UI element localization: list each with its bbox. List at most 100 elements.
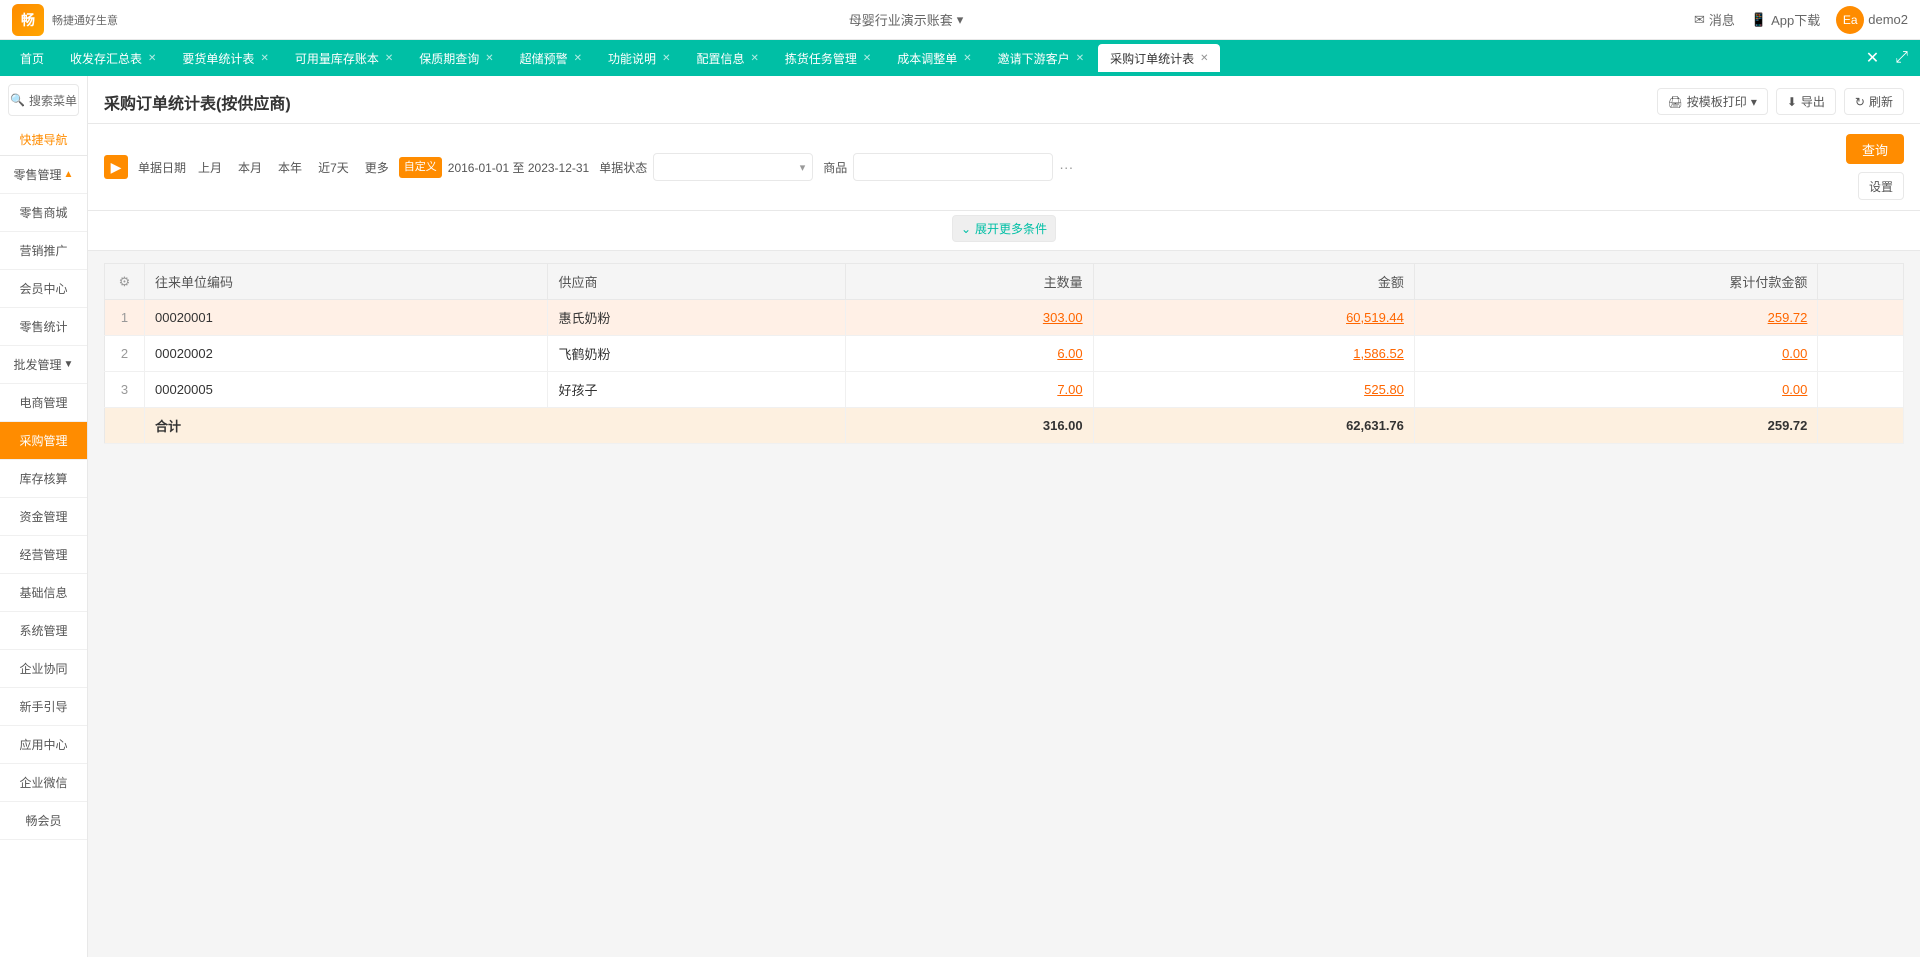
tab-close-icon[interactable]: ✕ <box>863 53 871 64</box>
settings-button[interactable]: 设置 <box>1858 172 1904 200</box>
refresh-button[interactable]: ↻ 刷新 <box>1844 88 1904 115</box>
tab-caigou-active[interactable]: 采购订单统计表 ✕ <box>1098 44 1220 72</box>
tab-close-icon[interactable]: ✕ <box>1200 53 1208 64</box>
sidebar-item-qiyeweixin[interactable]: 企业微信 <box>0 764 87 802</box>
chevron-down-icon: ▼ <box>64 359 74 370</box>
tab-peizhi[interactable]: 配置信息 ✕ <box>684 44 770 72</box>
sidebar-item-caigou[interactable]: 采购管理 <box>0 422 87 460</box>
tab-close-icon[interactable]: ✕ <box>662 53 670 64</box>
sidebar-item-label: 零售统计 <box>19 318 67 335</box>
expand-more-button[interactable]: ⌄ 展开更多条件 <box>952 215 1056 242</box>
tab-label: 成本调整单 <box>897 50 957 67</box>
tab-chengben[interactable]: 成本调整单 ✕ <box>885 44 983 72</box>
table-row[interactable]: 1 00020001 惠氏奶粉 303.00 60,519.44 259.72 <box>105 300 1904 336</box>
tab-keyongliang[interactable]: 可用量库存账本 ✕ <box>283 44 405 72</box>
query-button[interactable]: 查询 <box>1846 134 1904 164</box>
tab-close-icon[interactable]: ✕ <box>260 53 268 64</box>
nav-close-all-icon[interactable]: ✕ <box>1862 48 1883 68</box>
sidebar-item-qiye[interactable]: 企业协同 <box>0 650 87 688</box>
shortcut-more[interactable]: 更多 <box>359 157 395 178</box>
row-qty[interactable]: 303.00 <box>846 300 1094 336</box>
date-separator: 至 <box>513 161 528 175</box>
row-qty[interactable]: 6.00 <box>846 336 1094 372</box>
row-idx: 1 <box>105 300 145 336</box>
sidebar-item-pifa[interactable]: 批发管理 ▼ <box>0 346 87 384</box>
sidebar-item-kucun[interactable]: 库存核算 <box>0 460 87 498</box>
nav-restore-icon[interactable]: ⤢ <box>1891 49 1912 67</box>
col-gear[interactable]: ⚙ <box>105 264 145 300</box>
status-select-wrapper <box>653 153 813 181</box>
sidebar-item-dianshang[interactable]: 电商管理 <box>0 384 87 422</box>
tab-shoufazong[interactable]: 收发存汇总表 ✕ <box>58 44 168 72</box>
sidebar-item-zijin[interactable]: 资金管理 <box>0 498 87 536</box>
sidebar: 🔍 搜索菜单 快捷导航 零售管理 ▲ 零售商城 营销推广 会员中心 零售统计 批… <box>0 76 88 957</box>
shortcut-last-7days[interactable]: 近7天 <box>312 157 355 178</box>
tab-close-icon[interactable]: ✕ <box>485 53 493 64</box>
tab-close-icon[interactable]: ✕ <box>963 53 971 64</box>
tab-close-icon[interactable]: ✕ <box>148 53 156 64</box>
tab-yaoqing[interactable]: 邀请下游客户 ✕ <box>986 44 1096 72</box>
row-qty[interactable]: 7.00 <box>846 372 1094 408</box>
row-amount[interactable]: 60,519.44 <box>1093 300 1414 336</box>
tab-home[interactable]: 首页 <box>8 44 56 72</box>
sidebar-item-lingsoust[interactable]: 零售统计 <box>0 308 87 346</box>
sidebar-item-label: 新手引导 <box>19 698 67 715</box>
sidebar-item-label: 系统管理 <box>19 622 67 639</box>
sidebar-item-lingshoucheng[interactable]: 零售商城 <box>0 194 87 232</box>
message-button[interactable]: ✉ 消息 <box>1694 10 1735 29</box>
tab-chaochu[interactable]: 超储预警 ✕ <box>508 44 594 72</box>
date-filter-item: 单据日期 上月 本月 本年 近7天 更多 自定义 2016-01-01 至 20… <box>138 157 589 178</box>
tab-close-icon[interactable]: ✕ <box>750 53 758 64</box>
row-amount[interactable]: 525.80 <box>1093 372 1414 408</box>
goods-more-icon[interactable]: ··· <box>1059 159 1073 175</box>
print-button[interactable]: 🖨 按模板打印 ▾ <box>1657 88 1768 115</box>
export-button[interactable]: ⬇ 导出 <box>1776 88 1836 115</box>
filter-toggle-button[interactable]: ▶ <box>104 155 128 179</box>
status-filter-item: 单据状态 <box>599 153 813 181</box>
table-row[interactable]: 3 00020005 好孩子 7.00 525.80 0.00 <box>105 372 1904 408</box>
sidebar-item-yingxiao[interactable]: 营销推广 <box>0 232 87 270</box>
shortcut-last-month[interactable]: 上月 <box>192 157 228 178</box>
tab-close-icon[interactable]: ✕ <box>1076 53 1084 64</box>
quick-nav-button[interactable]: 快捷导航 <box>0 124 87 156</box>
tab-pihuo[interactable]: 拣货任务管理 ✕ <box>773 44 883 72</box>
sidebar-item-jichu[interactable]: 基础信息 <box>0 574 87 612</box>
goods-filter-label: 商品 <box>823 159 847 176</box>
table-row[interactable]: 2 00020002 飞鹤奶粉 6.00 1,586.52 0.00 <box>105 336 1904 372</box>
app-download-button[interactable]: 📱 App下载 <box>1751 10 1820 29</box>
shortcut-this-month[interactable]: 本月 <box>232 157 268 178</box>
user-area[interactable]: Ea demo2 <box>1836 6 1908 34</box>
sidebar-item-yingyong[interactable]: 应用中心 <box>0 726 87 764</box>
row-paid[interactable]: 0.00 <box>1414 372 1817 408</box>
username-label: demo2 <box>1868 12 1908 27</box>
date-range-value: 2016-01-01 至 2023-12-31 <box>448 159 589 176</box>
tab-label: 邀请下游客户 <box>998 50 1070 67</box>
tab-close-icon[interactable]: ✕ <box>574 53 582 64</box>
sidebar-item-changhui[interactable]: 畅会员 <box>0 802 87 840</box>
data-table: ⚙ 往来单位编码 供应商 主数量 金额 累计付款金额 1 00020001 惠氏… <box>104 263 1904 444</box>
footer-label: 合计 <box>145 408 846 444</box>
row-paid[interactable]: 0.00 <box>1414 336 1817 372</box>
tab-close-icon[interactable]: ✕ <box>385 53 393 64</box>
search-menu-button[interactable]: 🔍 搜索菜单 <box>8 84 79 116</box>
sidebar-item-jingying[interactable]: 经营管理 <box>0 536 87 574</box>
tab-label: 功能说明 <box>608 50 656 67</box>
tab-baozhi[interactable]: 保质期查询 ✕ <box>407 44 505 72</box>
sidebar-item-huiyuan[interactable]: 会员中心 <box>0 270 87 308</box>
message-icon: ✉ <box>1694 12 1705 28</box>
row-paid[interactable]: 259.72 <box>1414 300 1817 336</box>
app-label: App下载 <box>1771 10 1820 29</box>
sidebar-item-label: 应用中心 <box>19 736 67 753</box>
status-select[interactable] <box>653 153 813 181</box>
workspace-selector[interactable]: 母婴行业演示账套 ▾ <box>849 10 964 29</box>
row-spacer <box>1818 300 1904 336</box>
row-amount[interactable]: 1,586.52 <box>1093 336 1414 372</box>
search-icon: 🔍 <box>10 93 25 107</box>
shortcut-this-year[interactable]: 本年 <box>272 157 308 178</box>
goods-input[interactable] <box>853 153 1053 181</box>
sidebar-item-xitong[interactable]: 系统管理 <box>0 612 87 650</box>
tab-yaohuodangtjb[interactable]: 要货单统计表 ✕ <box>170 44 280 72</box>
sidebar-item-lingshous[interactable]: 零售管理 ▲ <box>0 156 87 194</box>
tab-gongneng[interactable]: 功能说明 ✕ <box>596 44 682 72</box>
sidebar-item-xinshou[interactable]: 新手引导 <box>0 688 87 726</box>
